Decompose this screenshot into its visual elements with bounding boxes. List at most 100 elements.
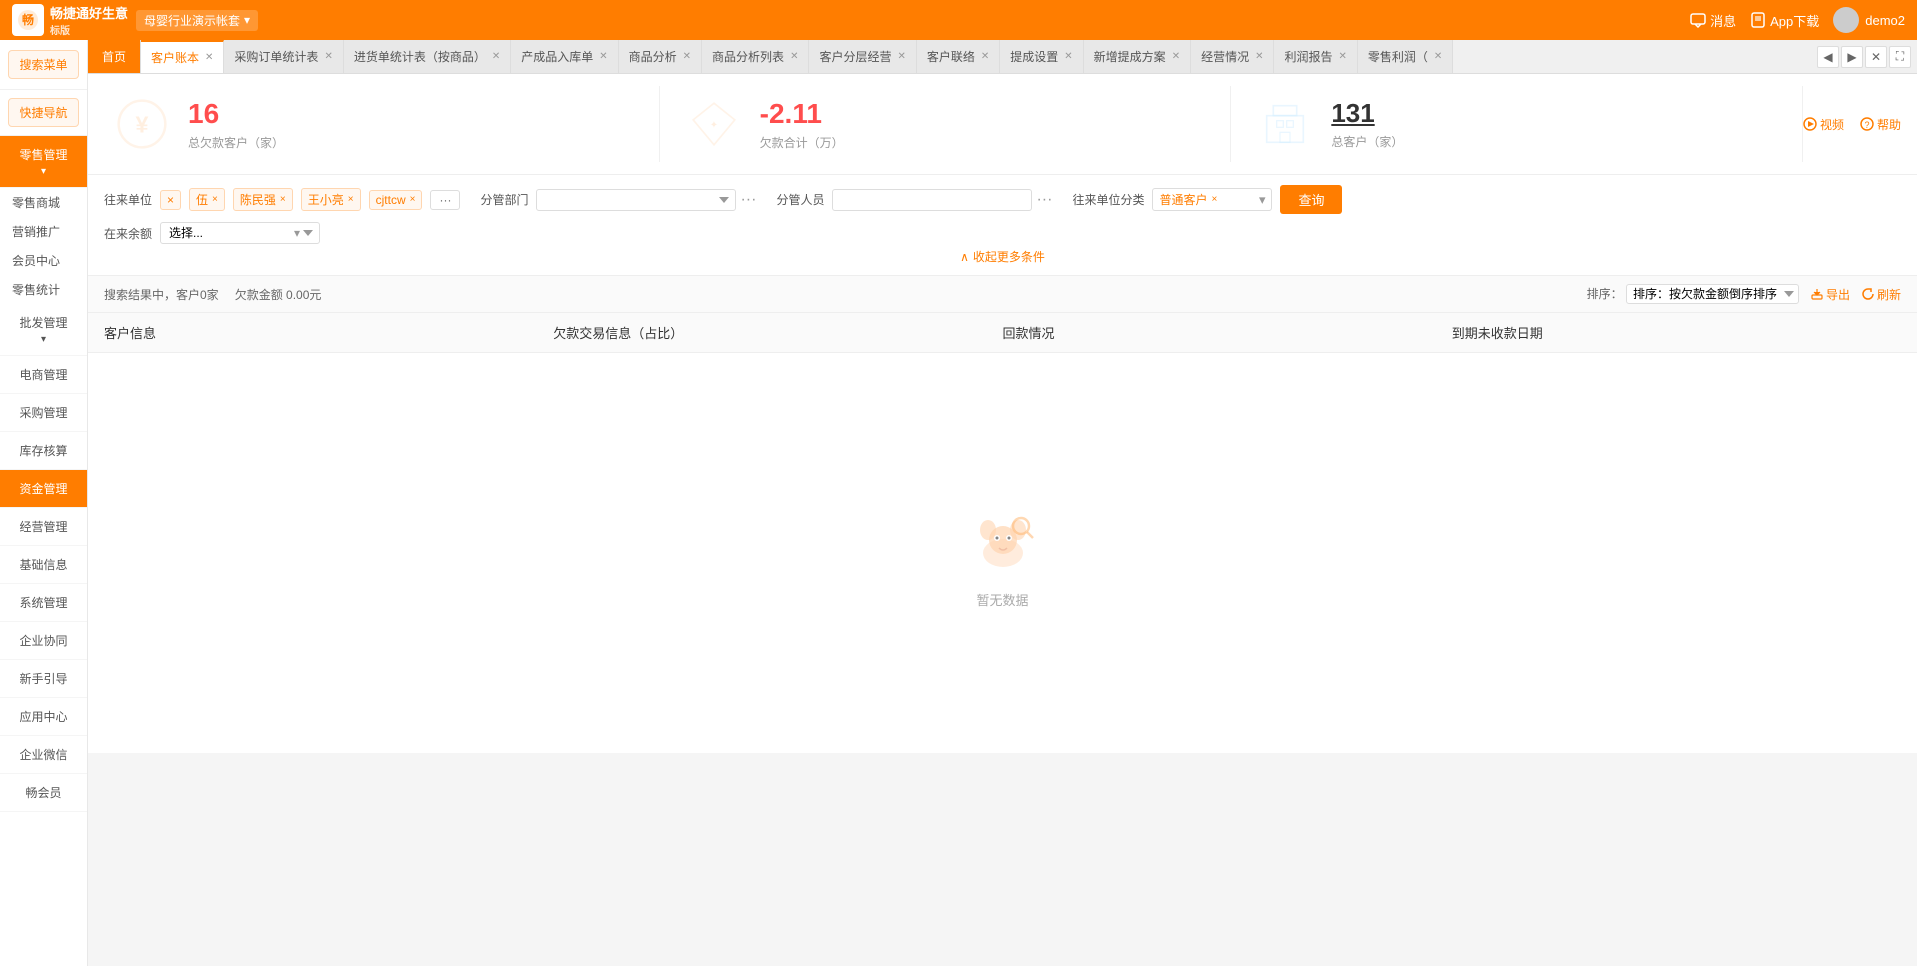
sort-select[interactable]: 排序：按欠款金额倒序排序 [1626, 284, 1799, 304]
filter-tag-cj-remove[interactable]: × [410, 194, 416, 205]
tab-close-purchase[interactable]: ✕ [324, 51, 332, 62]
tab-product-analysis-list[interactable]: 商品分析列表 ✕ [702, 40, 809, 74]
sidebar-item-retail-mgmt[interactable]: 零售管理 ▾ [0, 136, 87, 188]
stats-bar: ¥ 16 总欠款客户（家） ✦ [88, 74, 1917, 175]
filter-more-btn[interactable]: ··· [430, 190, 460, 210]
sidebar-item-finance[interactable]: 资金管理 [0, 470, 87, 508]
sidebar-item-app-center[interactable]: 应用中心 [0, 698, 87, 736]
filter-dept-more[interactable]: ··· [740, 191, 756, 209]
tab-operations[interactable]: 经营情况 ✕ [1191, 40, 1274, 74]
tab-profit-report[interactable]: 利润报告 ✕ [1274, 40, 1357, 74]
filter-tag-unit-default: × [160, 190, 181, 210]
tab-bar-controls: ◀ ▶ ✕ ⛶ [1811, 46, 1917, 68]
tab-stock-by-product[interactable]: 进货单统计表（按商品） ✕ [344, 40, 511, 74]
sidebar-item-enterprise[interactable]: 企业协同 [0, 622, 87, 660]
col-customer-info: 客户信息 [104, 323, 553, 342]
user-info[interactable]: demo2 [1833, 7, 1905, 33]
sidebar-item-wechat[interactable]: 企业微信 [0, 736, 87, 774]
filter-balance-select[interactable]: 选择... [160, 222, 320, 244]
sidebar-item-inventory[interactable]: 库存核算 [0, 432, 87, 470]
tab-close-analysis[interactable]: ✕ [683, 51, 691, 62]
filter-tag-chen-remove[interactable]: × [280, 194, 286, 205]
filter-person-more[interactable]: ··· [1036, 191, 1052, 209]
sidebar-item-member-plus[interactable]: 畅会员 [0, 774, 87, 812]
sidebar-item-system[interactable]: 系统管理 [0, 584, 87, 622]
tab-scroll-left[interactable]: ◀ [1817, 46, 1839, 68]
top-bar: 畅 畅捷通好生意 标版 母婴行业演示帐套 ▾ 消息 App下载 demo2 [0, 0, 1917, 40]
stat-debt-customers-value: 16 [188, 97, 284, 131]
sidebar-item-retail-stats[interactable]: 零售统计 [0, 275, 87, 304]
tab-customer-contact[interactable]: 客户联络 ✕ [917, 40, 1000, 74]
search-menu-btn[interactable]: 搜索菜单 [8, 50, 79, 79]
filter-tag-normal-remove[interactable]: × [1211, 194, 1217, 205]
tab-close-customer-ledger[interactable]: ✕ [205, 52, 213, 63]
sidebar-item-marketing[interactable]: 营销推广 [0, 217, 87, 246]
sidebar-item-ecommerce[interactable]: 电商管理 [0, 356, 87, 394]
tab-close-all[interactable]: ✕ [1865, 46, 1887, 68]
col-debt-info: 欠款交易信息（占比） [553, 323, 1002, 342]
tab-retail-profit[interactable]: 零售利润（ ✕ [1358, 40, 1453, 74]
app-download-btn[interactable]: App下载 [1750, 11, 1819, 30]
stats-right-btns: 视频 ? 帮助 [1803, 86, 1917, 162]
sidebar-item-new-guide[interactable]: 新手引导 [0, 660, 87, 698]
page-content: ¥ 16 总欠款客户（家） ✦ [88, 74, 1917, 966]
svg-text:✦: ✦ [709, 120, 717, 131]
tab-close-segment[interactable]: ✕ [897, 51, 905, 62]
sidebar-item-purchase[interactable]: 采购管理 [0, 394, 87, 432]
logo-icon: 畅 [12, 4, 44, 36]
refresh-btn[interactable]: 刷新 [1862, 286, 1901, 303]
text-help-btn[interactable]: ? 帮助 [1860, 116, 1901, 133]
tab-commission-settings[interactable]: 提成设置 ✕ [1000, 40, 1083, 74]
tab-close-commission[interactable]: ✕ [1064, 51, 1072, 62]
tab-add-commission[interactable]: 新增提成方案 ✕ [1084, 40, 1191, 74]
export-btn[interactable]: 导出 [1811, 286, 1850, 303]
tab-close-stock[interactable]: ✕ [492, 51, 500, 62]
tab-purchase-order[interactable]: 采购订单统计表 ✕ [224, 40, 343, 74]
stat-debt-customers-label: 总欠款客户（家） [188, 134, 284, 151]
messages-btn[interactable]: 消息 [1690, 11, 1736, 30]
tab-close-finished[interactable]: ✕ [599, 51, 607, 62]
sidebar-item-members[interactable]: 会员中心 [0, 246, 87, 275]
stat-total-debt: ✦ -2.11 欠款合计（万） [660, 86, 1232, 162]
sidebar-item-wholesale[interactable]: 批发管理 ▾ [0, 304, 87, 356]
filter-tag-wang-remove[interactable]: × [348, 194, 354, 205]
filter-tag-normal-customer: 普通客户 × [1159, 191, 1217, 208]
tab-finished-stock[interactable]: 产成品入库单 ✕ [511, 40, 618, 74]
tab-scroll-right[interactable]: ▶ [1841, 46, 1863, 68]
tab-close-add-commission[interactable]: ✕ [1172, 51, 1180, 62]
logo-text: 畅捷通好生意 标版 [50, 3, 128, 37]
sidebar-item-basic-info[interactable]: 基础信息 [0, 546, 87, 584]
col-due-date: 到期未收款日期 [1452, 323, 1901, 342]
filter-collapse-btn[interactable]: ∧ 收起更多条件 [960, 248, 1045, 265]
filter-dept-select[interactable] [536, 189, 736, 211]
query-btn[interactable]: 查询 [1280, 185, 1342, 214]
tab-close-ops[interactable]: ✕ [1255, 51, 1263, 62]
tab-close-retail[interactable]: ✕ [1434, 51, 1442, 62]
tab-home[interactable]: 首页 [88, 40, 141, 74]
stat-debt-customers: ¥ 16 总欠款客户（家） [88, 86, 660, 162]
tab-close-profit[interactable]: ✕ [1339, 51, 1347, 62]
sidebar-item-operations[interactable]: 经营管理 [0, 508, 87, 546]
filter-tag-wu-remove[interactable]: × [212, 194, 218, 205]
filter-type-dropdown[interactable]: ▾ [1259, 192, 1266, 208]
tab-close-contact[interactable]: ✕ [981, 51, 989, 62]
tab-customer-ledger[interactable]: 客户账本 ✕ [141, 40, 224, 74]
filter-row-1: 往来单位 × 伍 × 陈民强 × 王小亮 × [104, 185, 1901, 214]
filter-tag-chenminqiang: 陈民强 × [233, 188, 293, 211]
tab-close-analysis-list[interactable]: ✕ [790, 51, 798, 62]
yuan-icon: ¥ [112, 94, 172, 154]
filter-person-container: ··· [832, 189, 1052, 211]
result-bar-right: 排序： 排序：按欠款金额倒序排序 导出 刷新 [1587, 284, 1901, 304]
tab-maximize[interactable]: ⛶ [1889, 46, 1911, 68]
stat-total-debt-value: -2.11 [760, 97, 844, 131]
tab-product-analysis[interactable]: 商品分析 ✕ [619, 40, 702, 74]
account-dropdown[interactable]: 母婴行业演示帐套 ▾ [136, 10, 258, 31]
stat-total-customers-label: 总客户（家） [1331, 133, 1403, 150]
quick-nav-btn[interactable]: 快捷导航 [8, 98, 79, 127]
filter-label-balance: 在来余额 [104, 225, 152, 242]
result-bar: 搜索结果中，客户0家 欠款金额 0.00元 排序： 排序：按欠款金额倒序排序 导… [88, 276, 1917, 313]
tab-customer-segment[interactable]: 客户分层经营 ✕ [809, 40, 916, 74]
sidebar-item-retail-shop[interactable]: 零售商城 [0, 188, 87, 217]
filter-person-input[interactable] [832, 189, 1032, 211]
video-help-btn[interactable]: 视频 [1803, 116, 1844, 133]
